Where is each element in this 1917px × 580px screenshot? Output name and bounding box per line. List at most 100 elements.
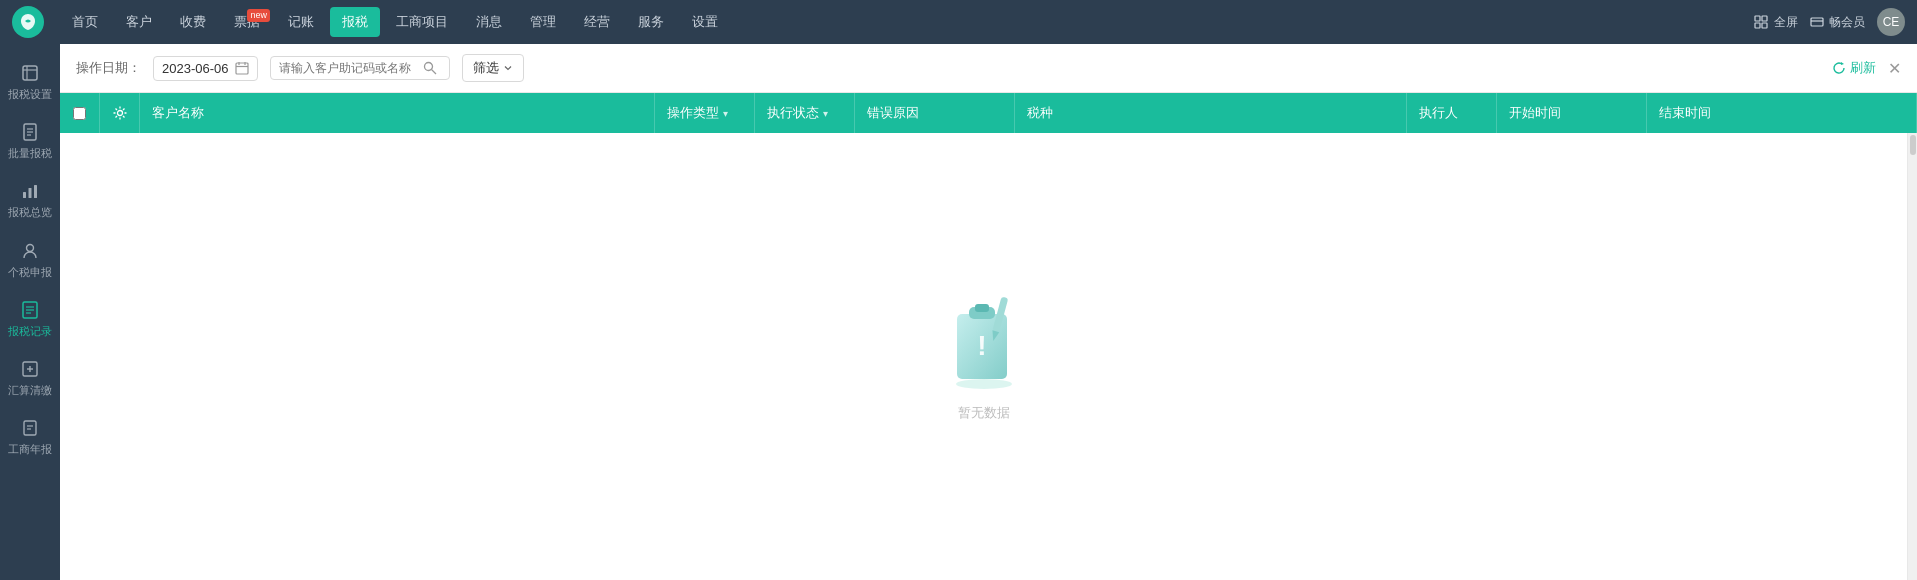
sidebar-label-annual-settlement: 汇算清缴: [8, 384, 52, 397]
nav-items: 首页 客户 收费 票据 new 记账 报税 工商项目 消息 管理 经营 服务 设…: [60, 7, 1754, 37]
nav-billing[interactable]: 收费: [168, 7, 218, 37]
refresh-button[interactable]: 刷新: [1832, 59, 1876, 77]
sidebar-item-annual-report[interactable]: 工商年报: [0, 407, 60, 466]
toolbar-right: 刷新 ✕: [1832, 59, 1901, 78]
sidebar-label-tax-record: 报税记录: [8, 325, 52, 338]
sidebar-item-tax-record[interactable]: 报税记录: [0, 289, 60, 348]
svg-rect-14: [29, 188, 32, 198]
content-area: 操作日期： 2023-06-06 筛选: [60, 44, 1917, 580]
sort-icon-exec-status: ▾: [823, 108, 828, 119]
sidebar-label-tax-settings: 报税设置: [8, 88, 52, 101]
annual-settlement-icon: [19, 358, 41, 380]
scrollbar[interactable]: [1907, 133, 1917, 580]
top-nav: 首页 客户 收费 票据 new 记账 报税 工商项目 消息 管理 经营 服务 设…: [0, 0, 1917, 44]
search-input[interactable]: [279, 61, 419, 75]
nav-bookkeeping[interactable]: 记账: [276, 7, 326, 37]
nav-customer[interactable]: 客户: [114, 7, 164, 37]
svg-rect-24: [24, 421, 36, 435]
tax-record-icon: [19, 299, 41, 321]
svg-point-33: [117, 111, 122, 116]
search-box[interactable]: [270, 56, 450, 80]
user-avatar[interactable]: CE: [1877, 8, 1905, 36]
sidebar-label-batch-tax: 批量报税: [8, 147, 52, 160]
member-btn[interactable]: 畅会员: [1810, 14, 1865, 31]
main-layout: 报税设置 批量报税 报税总览: [0, 44, 1917, 580]
svg-rect-2: [1755, 23, 1760, 28]
toolbar: 操作日期： 2023-06-06 筛选: [60, 44, 1917, 93]
svg-rect-6: [23, 66, 37, 80]
table-header: 客户名称 操作类型 ▾ 执行状态 ▾ 错误原因 税种 执行人: [60, 93, 1917, 133]
svg-rect-15: [34, 185, 37, 198]
annual-report-icon: [19, 417, 41, 439]
th-checkbox[interactable]: [60, 93, 100, 133]
nav-service[interactable]: 服务: [626, 7, 676, 37]
nav-tax[interactable]: 报税: [330, 7, 380, 37]
batch-tax-icon: [19, 121, 41, 143]
select-all-checkbox[interactable]: [73, 107, 86, 120]
empty-illustration: !: [939, 292, 1029, 392]
nav-operation[interactable]: 经营: [572, 7, 622, 37]
sidebar-item-personal-tax[interactable]: 个税申报: [0, 230, 60, 289]
svg-rect-3: [1762, 23, 1767, 28]
sidebar-item-tax-overview[interactable]: 报税总览: [0, 170, 60, 229]
empty-state: !: [60, 133, 1907, 580]
sidebar: 报税设置 批量报税 报税总览: [0, 44, 60, 580]
scroll-thumb[interactable]: [1910, 135, 1916, 155]
th-op-type[interactable]: 操作类型 ▾: [655, 93, 755, 133]
app-logo: [12, 6, 44, 38]
date-value: 2023-06-06: [162, 61, 229, 76]
sort-icon-op-type: ▾: [723, 108, 728, 119]
sidebar-label-annual-report: 工商年报: [8, 443, 52, 456]
sidebar-item-annual-settlement[interactable]: 汇算清缴: [0, 348, 60, 407]
search-icon: [423, 61, 437, 75]
nav-invoice[interactable]: 票据 new: [222, 7, 272, 37]
nav-manage[interactable]: 管理: [518, 7, 568, 37]
refresh-icon: [1832, 61, 1846, 75]
table-wrapper: 客户名称 操作类型 ▾ 执行状态 ▾ 错误原因 税种 执行人: [60, 93, 1917, 580]
fullscreen-btn[interactable]: 全屏: [1754, 14, 1797, 31]
svg-point-34: [956, 379, 1012, 389]
svg-text:!: !: [977, 330, 986, 361]
th-executor: 执行人: [1407, 93, 1497, 133]
th-error-reason: 错误原因: [855, 93, 1015, 133]
table-area: !: [60, 133, 1917, 580]
date-picker[interactable]: 2023-06-06: [153, 56, 258, 81]
svg-point-31: [424, 63, 432, 71]
th-customer-name: 客户名称: [140, 93, 655, 133]
th-tax-type: 税种: [1015, 93, 1407, 133]
th-end-time: 结束时间: [1647, 93, 1917, 133]
chevron-down-icon: [503, 63, 513, 73]
th-exec-status[interactable]: 执行状态 ▾: [755, 93, 855, 133]
svg-rect-1: [1762, 16, 1767, 21]
svg-rect-13: [23, 192, 26, 198]
tax-settings-icon: [19, 62, 41, 84]
nav-settings[interactable]: 设置: [680, 7, 730, 37]
th-start-time: 开始时间: [1497, 93, 1647, 133]
svg-rect-4: [1811, 18, 1823, 26]
nav-right: 全屏 畅会员 CE: [1754, 8, 1905, 36]
sidebar-item-batch-tax[interactable]: 批量报税: [0, 111, 60, 170]
svg-rect-27: [236, 63, 248, 74]
svg-point-16: [27, 244, 34, 251]
nav-industry[interactable]: 工商项目: [384, 7, 460, 37]
calendar-icon: [235, 61, 249, 75]
filter-button[interactable]: 筛选: [462, 54, 524, 82]
personal-tax-icon: [19, 240, 41, 262]
sidebar-item-tax-settings[interactable]: 报税设置: [0, 52, 60, 111]
sidebar-label-personal-tax: 个税申报: [8, 266, 52, 279]
nav-message[interactable]: 消息: [464, 7, 514, 37]
new-badge: new: [247, 9, 270, 22]
svg-line-32: [431, 70, 436, 75]
th-gear[interactable]: [100, 93, 140, 133]
svg-rect-0: [1755, 16, 1760, 21]
nav-home[interactable]: 首页: [60, 7, 110, 37]
tax-overview-icon: [19, 180, 41, 202]
empty-svg: !: [939, 292, 1029, 392]
sidebar-label-tax-overview: 报税总览: [8, 206, 52, 219]
settings-icon: [112, 105, 128, 121]
empty-text: 暂无数据: [958, 404, 1010, 422]
date-label: 操作日期：: [76, 59, 141, 77]
table-content: !: [60, 133, 1907, 580]
svg-rect-37: [975, 304, 989, 312]
close-button[interactable]: ✕: [1888, 59, 1901, 78]
